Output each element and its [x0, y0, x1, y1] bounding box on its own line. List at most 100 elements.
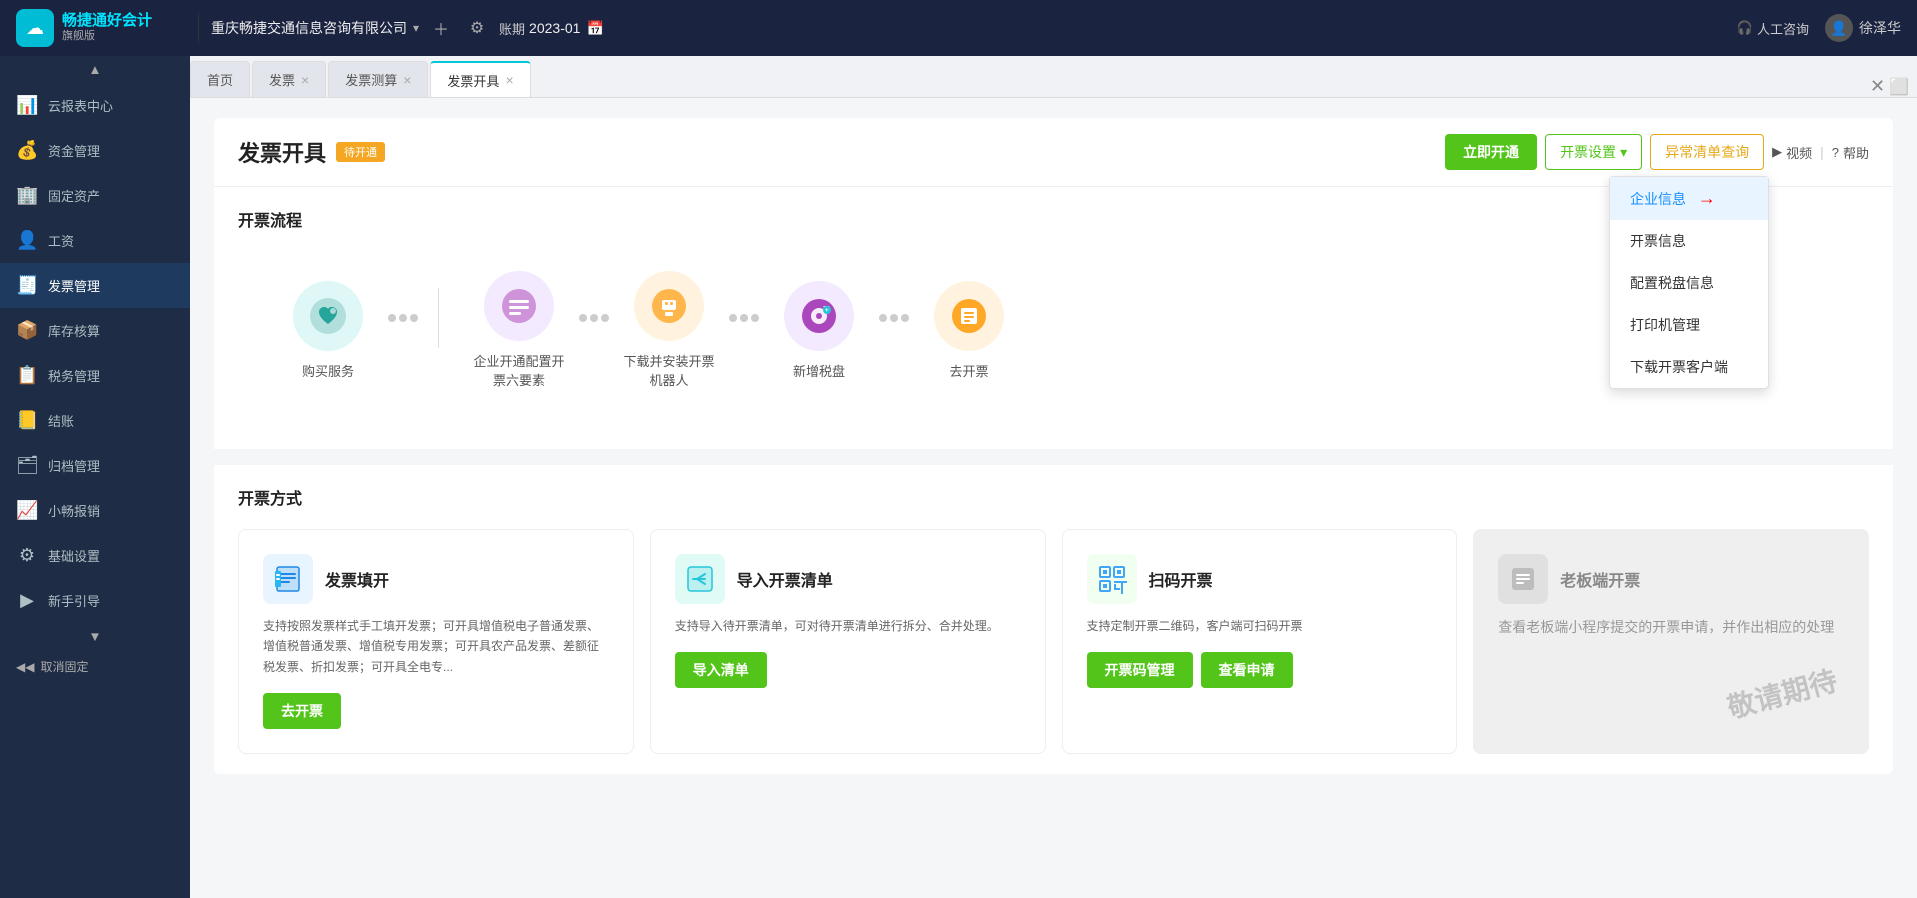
sidebar-label-invoice: 发票管理 — [48, 276, 100, 295]
dropdown-item-printer[interactable]: 打印机管理 — [1610, 304, 1768, 346]
flow-step-2: 企业开通配置开票六要素 — [459, 271, 579, 389]
company-selector[interactable]: 重庆畅捷交通信息咨询有限公司 ▾ — [211, 18, 419, 38]
exception-query-button[interactable]: 异常清单查询 — [1650, 134, 1764, 170]
step2-label: 企业开通配置开票六要素 — [469, 351, 569, 389]
inventory-icon: 📦 — [16, 320, 38, 341]
red-arrow-icon: → — [1698, 188, 1716, 209]
sidebar-item-accounting[interactable]: 📒 结账 — [0, 398, 190, 443]
help-button[interactable]: ? 帮助 — [1832, 143, 1869, 162]
step5-icon — [934, 281, 1004, 351]
page-body: 发票开具 待开通 立即开通 开票设置 ▾ 异常清单查询 ▶ 视频 — [190, 98, 1917, 898]
user-info[interactable]: 👤 徐泽华 — [1825, 14, 1901, 42]
dropdown-item-tax-config[interactable]: 配置税盘信息 — [1610, 262, 1768, 304]
tab-issue-close[interactable]: × — [505, 72, 513, 88]
cloud-report-icon: 📊 — [16, 95, 38, 116]
logo-area: ☁ 畅捷通好会计 旗舰版 — [16, 9, 186, 47]
sidebar-label-archive: 归档管理 — [48, 456, 100, 475]
dropdown-item-invoice-info[interactable]: 开票信息 — [1610, 220, 1768, 262]
sidebar-item-invoice-management[interactable]: 🧾 发票管理 — [0, 263, 190, 308]
maximize-window-button[interactable]: ⬜ — [1889, 77, 1909, 97]
status-badge: 待开通 — [336, 142, 385, 162]
connector-4 — [879, 314, 909, 346]
import-list-button[interactable]: 导入清单 — [675, 652, 767, 688]
sidebar-scroll-up[interactable]: ▲ — [0, 56, 190, 83]
divider: | — [1820, 144, 1824, 160]
sidebar-label-inventory: 库存核算 — [48, 321, 100, 340]
help-label: 帮助 — [1843, 143, 1869, 162]
calendar-icon[interactable]: 📅 — [586, 20, 603, 37]
card2-desc: 支持导入待开票清单，可对待开票清单进行拆分、合并处理。 — [675, 616, 1021, 636]
archive-icon: 🗂 — [16, 455, 38, 476]
sidebar-item-fixed-assets[interactable]: 🏢 固定资产 — [0, 173, 190, 218]
sidebar-item-basic-settings[interactable]: ⚙ 基础设置 — [0, 533, 190, 578]
close-window-button[interactable]: ✕ — [1870, 76, 1885, 97]
sidebar-label-accounting: 结账 — [48, 411, 74, 430]
step3-label: 下载并安装开票机器人 — [619, 351, 719, 389]
billing-card-boss: 老板端开票 查看老板端小程序提交的开票申请，并作出相应的处理 敬请期待 — [1473, 529, 1869, 754]
settings-chevron-icon: ▾ — [1620, 144, 1627, 161]
invoice-settings-label: 开票设置 — [1560, 142, 1616, 162]
top-divider — [198, 13, 199, 43]
tab-home-label: 首页 — [207, 70, 233, 89]
flow-step-1: 购买服务 — [268, 281, 388, 380]
cancel-pin-button[interactable]: ◀◀ 取消固定 — [0, 650, 190, 683]
sidebar-item-tax[interactable]: 📋 税务管理 — [0, 353, 190, 398]
step1-label: 购买服务 — [302, 361, 354, 380]
import-list-icon — [685, 564, 715, 594]
card3-icon-bg — [1087, 554, 1137, 604]
qr-manage-button[interactable]: 开票码管理 — [1087, 652, 1193, 688]
sidebar-label-report-sales: 小畅报销 — [48, 501, 100, 520]
tab-window-controls: ✕ ⬜ — [1862, 76, 1917, 97]
step4-label: 新增税盘 — [793, 361, 845, 380]
connector-1 — [388, 314, 418, 346]
video-label: 视频 — [1786, 143, 1812, 162]
flow-step-3: 下载并安装开票机器人 — [609, 271, 729, 389]
card4-header: 老板端开票 — [1498, 554, 1844, 604]
go-invoice-button[interactable]: 去开票 — [263, 693, 341, 729]
tab-calc-close[interactable]: × — [403, 72, 411, 88]
settings-button[interactable]: ⚙ — [463, 14, 491, 42]
sidebar-item-inventory[interactable]: 📦 库存核算 — [0, 308, 190, 353]
support-label: 人工咨询 — [1757, 19, 1809, 38]
invoice-info-label: 开票信息 — [1630, 233, 1686, 249]
header-actions: 立即开通 开票设置 ▾ 异常清单查询 ▶ 视频 | ? — [1445, 134, 1869, 170]
tab-invoice-issue[interactable]: 发票开具 × — [430, 61, 530, 97]
company-name: 重庆畅捷交通信息咨询有限公司 — [211, 18, 407, 38]
tab-invoice[interactable]: 发票 × — [252, 61, 326, 97]
sidebar-item-archive[interactable]: 🗂 归档管理 — [0, 443, 190, 488]
dropdown-item-company-info[interactable]: 企业信息 → — [1610, 177, 1768, 220]
sidebar-scroll-down[interactable]: ▼ — [0, 623, 190, 650]
guide-icon: ▶ — [16, 590, 38, 611]
sidebar-label-fixed-assets: 固定资产 — [48, 186, 100, 205]
view-application-button[interactable]: 查看申请 — [1201, 652, 1293, 688]
period-label: 账期 — [499, 19, 525, 38]
add-button[interactable]: ＋ — [427, 14, 455, 42]
config-icon — [501, 288, 537, 324]
download-client-label: 下载开票客户端 — [1630, 359, 1728, 375]
tab-invoice-calc[interactable]: 发票测算 × — [328, 61, 428, 97]
play-icon: ▶ — [1772, 144, 1782, 160]
sidebar-label-settings: 基础设置 — [48, 546, 100, 565]
sidebar-item-report-sales[interactable]: 📈 小畅报销 — [0, 488, 190, 533]
sidebar-item-cloud-report[interactable]: 📊 云报表中心 — [0, 83, 190, 128]
sidebar-item-salary[interactable]: 👤 工资 — [0, 218, 190, 263]
main-area: ▲ 📊 云报表中心 💰 资金管理 🏢 固定资产 👤 工资 🧾 发票管理 — [0, 56, 1917, 898]
page-title-row: 发票开具 待开通 — [238, 136, 385, 168]
sidebar-item-guide[interactable]: ▶ 新手引导 — [0, 578, 190, 623]
support-button[interactable]: 🎧 人工咨询 — [1737, 19, 1809, 38]
invoice-settings-button[interactable]: 开票设置 ▾ — [1545, 134, 1642, 170]
sidebar-item-fund-management[interactable]: 💰 资金管理 — [0, 128, 190, 173]
tab-invoice-close[interactable]: × — [301, 72, 309, 88]
sidebar-label-guide: 新手引导 — [48, 591, 100, 610]
dropdown-item-download-client[interactable]: 下载开票客户端 — [1610, 346, 1768, 388]
cancel-pin-label: 取消固定 — [40, 658, 88, 675]
tab-home[interactable]: 首页 — [190, 61, 250, 97]
open-now-button[interactable]: 立即开通 — [1445, 134, 1537, 170]
invoice-settings-dropdown: 企业信息 → 开票信息 配置税盘信息 打印机管理 — [1609, 176, 1769, 389]
page-title: 发票开具 — [238, 136, 326, 168]
tax-icon: 📋 — [16, 365, 38, 386]
sidebar-label-fund: 资金管理 — [48, 141, 100, 160]
period-value: 2023-01 — [529, 20, 580, 36]
tab-invoice-calc-label: 发票测算 — [345, 70, 397, 89]
video-button[interactable]: ▶ 视频 — [1772, 143, 1812, 162]
